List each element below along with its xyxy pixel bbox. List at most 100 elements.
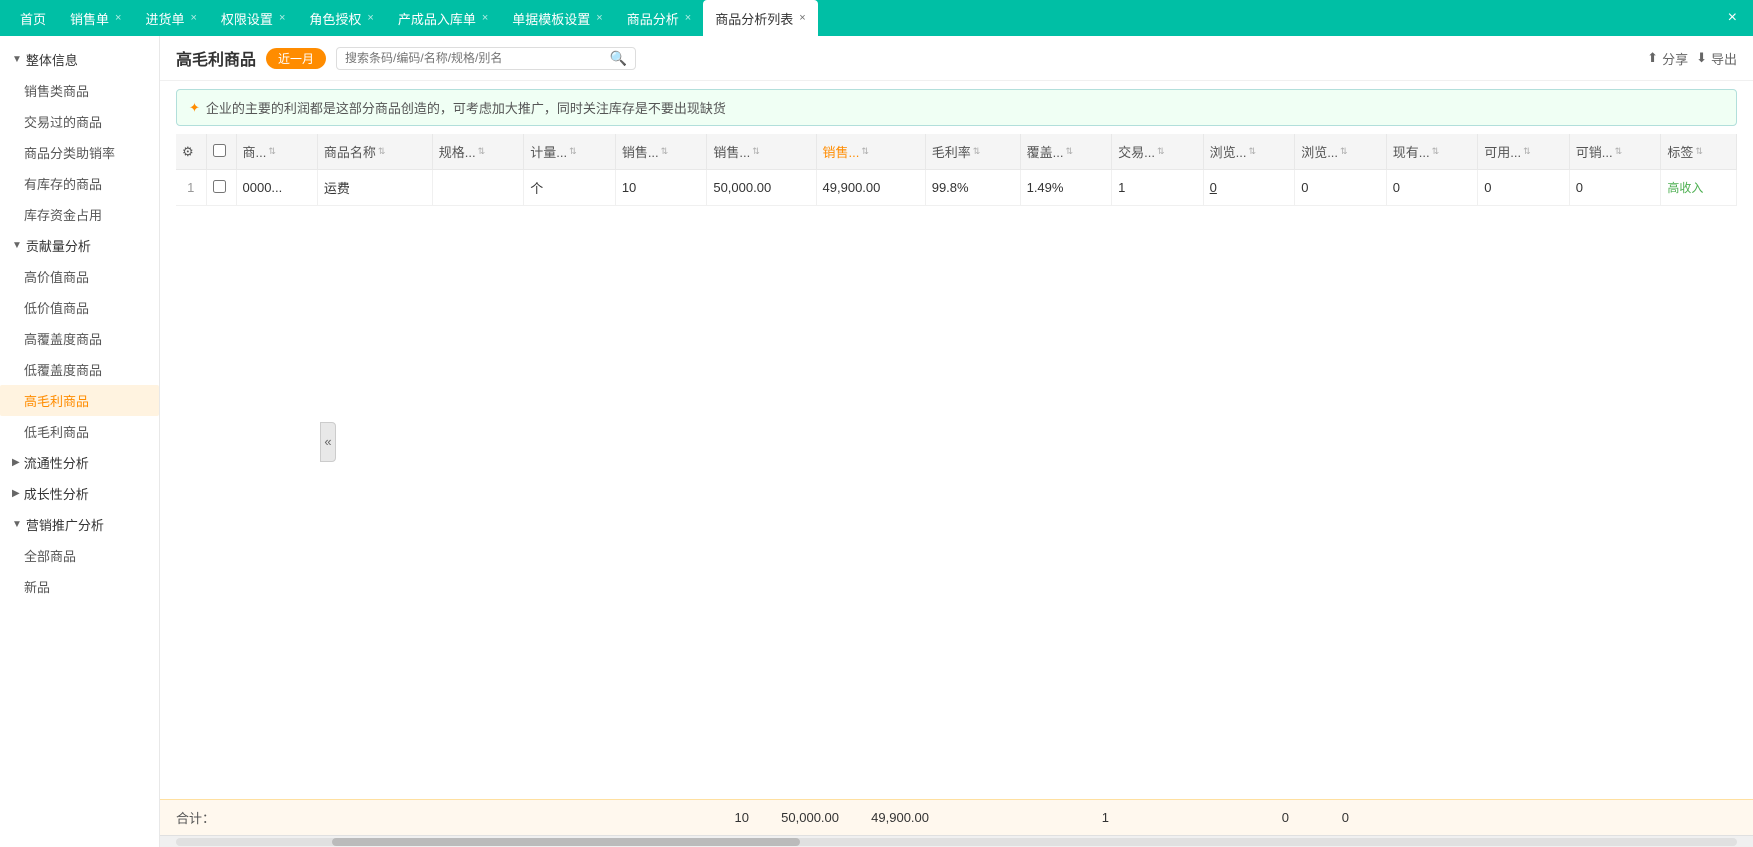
nav-role[interactable]: 角色授权 × — [297, 0, 385, 36]
col-gross-margin[interactable]: 毛利率⇅ — [925, 134, 1020, 170]
search-icon[interactable]: 🔍 — [610, 50, 627, 67]
row-stock: 0 — [1386, 170, 1478, 206]
arrow-growth: ▶ — [12, 488, 20, 499]
sidebar-group-marketing[interactable]: ▼ 营销推广分析 — [0, 509, 159, 540]
footer-sale-amt: 50,000.00 — [755, 810, 845, 825]
nav-template[interactable]: 单据模板设置 × — [500, 0, 614, 36]
col-sale-qty[interactable]: 销售...⇅ — [615, 134, 707, 170]
col-coverage[interactable]: 覆盖...⇅ — [1020, 134, 1112, 170]
close-purchase-tab[interactable]: × — [190, 12, 196, 24]
table-header-row: ⚙ 商...⇅ 商品名称⇅ 规格...⇅ 计量...⇅ 销售...⇅ 销售...… — [176, 134, 1737, 170]
close-template-tab[interactable]: × — [596, 12, 602, 24]
col-available[interactable]: 可用...⇅ — [1478, 134, 1570, 170]
footer-sale-qty: 10 — [675, 810, 755, 825]
close-product-analysis-list-tab[interactable]: × — [799, 12, 805, 24]
col-spec[interactable]: 规格...⇅ — [432, 134, 524, 170]
sidebar-item-category-rate[interactable]: 商品分类助销率 — [0, 137, 159, 168]
sidebar-item-low-margin[interactable]: 低毛利商品 — [0, 416, 159, 447]
header-actions: ⬆ 分享 ⬇ 导出 — [1647, 49, 1737, 68]
col-browse2[interactable]: 浏览...⇅ — [1295, 134, 1387, 170]
sidebar-group-contribution[interactable]: ▼ 贡献量分析 — [0, 230, 159, 261]
close-sales-tab[interactable]: × — [115, 12, 121, 24]
footer-trade-count: 1 — [1055, 810, 1115, 825]
arrow-liquidity: ▶ — [12, 457, 20, 468]
row-tag: 高收入 — [1661, 170, 1737, 206]
main-layout: ▼ 整体信息 销售类商品 交易过的商品 商品分类助销率 有库存的商品 库存资金占… — [0, 36, 1753, 847]
bottom-scrollbar[interactable] — [160, 835, 1753, 847]
search-container: 🔍 — [336, 47, 636, 70]
close-product-analysis-tab[interactable]: × — [685, 12, 691, 24]
export-icon: ⬇ — [1696, 50, 1707, 66]
filter-recent-month-button[interactable]: 近一月 — [266, 48, 326, 69]
col-settings[interactable]: ⚙ — [176, 134, 206, 170]
col-code[interactable]: 商...⇅ — [236, 134, 317, 170]
nav-product-analysis-list[interactable]: 商品分析列表 × — [703, 0, 817, 36]
close-all-tabs[interactable]: × — [1720, 9, 1745, 27]
browse1-link[interactable]: 0 — [1210, 180, 1217, 195]
row-gross-margin: 99.8% — [925, 170, 1020, 206]
col-saleable[interactable]: 可销...⇅ — [1569, 134, 1661, 170]
row-available: 0 — [1478, 170, 1570, 206]
scrollbar-thumb — [332, 838, 800, 846]
arrow-marketing: ▼ — [12, 519, 22, 530]
sidebar-item-stock-capital[interactable]: 库存资金占用 — [0, 199, 159, 230]
sidebar-group-overall[interactable]: ▼ 整体信息 — [0, 44, 159, 75]
row-coverage: 1.49% — [1020, 170, 1112, 206]
sidebar-item-all-goods[interactable]: 全部商品 — [0, 540, 159, 571]
row-saleable: 0 — [1569, 170, 1661, 206]
table-body: 1 0000... 运费 个 10 50,000.00 49,900.00 99… — [176, 170, 1737, 206]
page-title: 高毛利商品 — [176, 46, 256, 70]
nav-sales[interactable]: 销售单 × — [58, 0, 133, 36]
row-sale-cost: 49,900.00 — [816, 170, 925, 206]
tip-icon: ✦ — [189, 100, 200, 116]
tip-bar: ✦ 企业的主要的利润都是这部分商品创造的，可考虑加大推广，同时关注库存是不要出现… — [176, 89, 1737, 126]
content-header: 高毛利商品 近一月 🔍 ⬆ 分享 ⬇ 导出 — [160, 36, 1753, 81]
tip-text: 企业的主要的利润都是这部分商品创造的，可考虑加大推广，同时关注库存是不要出现缺货 — [206, 98, 726, 117]
export-button[interactable]: ⬇ 导出 — [1696, 49, 1737, 68]
sidebar-item-new-goods[interactable]: 新品 — [0, 571, 159, 602]
col-sale-amt[interactable]: 销售...⇅ — [707, 134, 816, 170]
share-button[interactable]: ⬆ 分享 — [1647, 49, 1688, 68]
search-input[interactable] — [345, 51, 610, 65]
row-browse1: 0 — [1203, 170, 1295, 206]
col-unit[interactable]: 计量...⇅ — [524, 134, 616, 170]
row-num: 1 — [176, 170, 206, 206]
nav-product-analysis[interactable]: 商品分析 × — [615, 0, 703, 36]
sidebar-item-high-value[interactable]: 高价值商品 — [0, 261, 159, 292]
select-all-checkbox[interactable] — [213, 144, 226, 157]
row-checkbox[interactable] — [213, 180, 226, 193]
nav-purchase[interactable]: 进货单 × — [133, 0, 208, 36]
close-product-inbound-tab[interactable]: × — [482, 12, 488, 24]
nav-home[interactable]: 首页 — [8, 0, 58, 36]
arrow-overall: ▼ — [12, 54, 22, 65]
top-navigation: 首页 销售单 × 进货单 × 权限设置 × 角色授权 × 产成品入库单 × 单据… — [0, 0, 1753, 36]
col-tag[interactable]: 标签⇅ — [1661, 134, 1737, 170]
sidebar-item-high-margin[interactable]: 高毛利商品 — [0, 385, 159, 416]
row-code: 0000... — [236, 170, 317, 206]
col-name[interactable]: 商品名称⇅ — [317, 134, 432, 170]
sidebar-item-sales-goods[interactable]: 销售类商品 — [0, 75, 159, 106]
sidebar-group-liquidity[interactable]: ▶ 流通性分析 — [0, 447, 159, 478]
col-browse1[interactable]: 浏览...⇅ — [1203, 134, 1295, 170]
sidebar-item-low-coverage[interactable]: 低覆盖度商品 — [0, 354, 159, 385]
footer-sale-cost: 49,900.00 — [845, 810, 935, 825]
share-icon: ⬆ — [1647, 50, 1658, 66]
sidebar-item-in-stock[interactable]: 有库存的商品 — [0, 168, 159, 199]
sidebar-item-high-coverage[interactable]: 高覆盖度商品 — [0, 323, 159, 354]
row-checkbox-cell[interactable] — [206, 170, 236, 206]
sidebar-collapse-button[interactable]: « — [320, 422, 336, 462]
col-trade-count[interactable]: 交易...⇅ — [1112, 134, 1204, 170]
row-unit: 个 — [524, 170, 616, 206]
col-stock[interactable]: 现有...⇅ — [1386, 134, 1478, 170]
sidebar-group-growth[interactable]: ▶ 成长性分析 — [0, 478, 159, 509]
col-sale-cost[interactable]: 销售...⇅ — [816, 134, 925, 170]
close-permission-tab[interactable]: × — [279, 12, 285, 24]
footer-available: 0 — [1295, 810, 1355, 825]
sidebar-item-low-value[interactable]: 低价值商品 — [0, 292, 159, 323]
row-sale-amt: 50,000.00 — [707, 170, 816, 206]
nav-product-inbound[interactable]: 产成品入库单 × — [386, 0, 500, 36]
close-role-tab[interactable]: × — [367, 12, 373, 24]
sidebar-item-traded-goods[interactable]: 交易过的商品 — [0, 106, 159, 137]
col-checkbox[interactable] — [206, 134, 236, 170]
nav-permission[interactable]: 权限设置 × — [209, 0, 297, 36]
